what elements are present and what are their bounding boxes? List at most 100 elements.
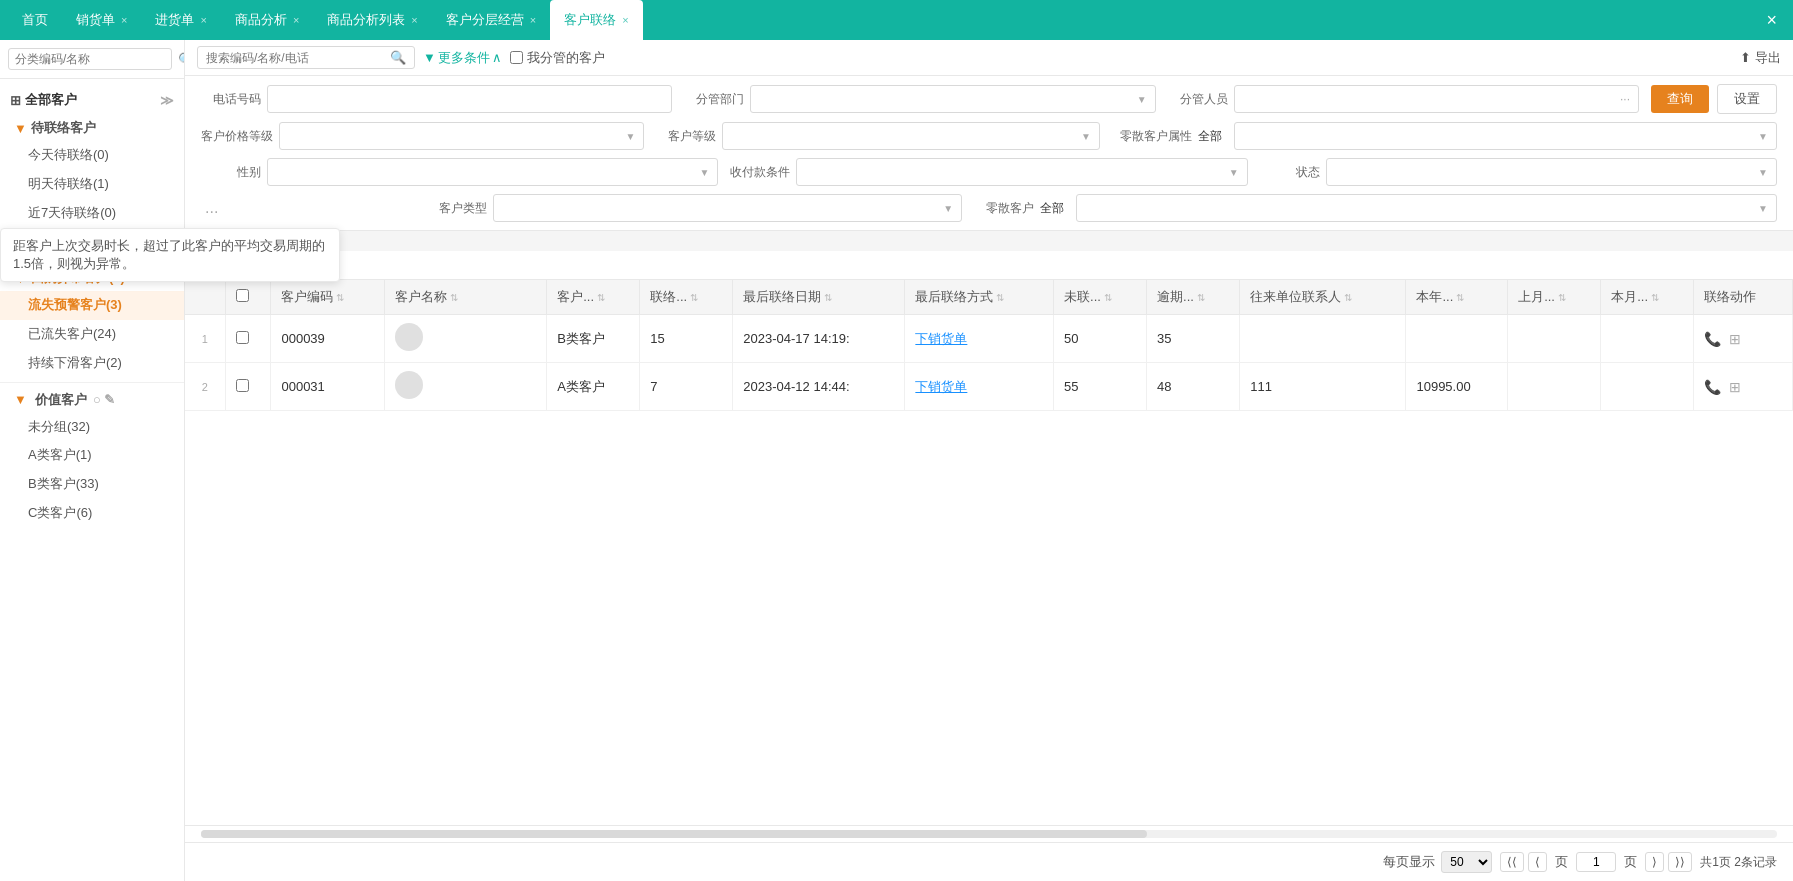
col-last-date[interactable]: 最后联络日期 ⇅ <box>733 280 905 315</box>
row-2-checkbox[interactable] <box>225 363 271 411</box>
sidebar-item-loss-warning[interactable]: 流失预警客户(3) <box>0 291 184 320</box>
sidebar-search-input[interactable] <box>8 48 172 70</box>
nav-product-analysis-list[interactable]: 商品分析列表 × <box>313 0 431 40</box>
sidebar-item-7days[interactable]: 近7天待联络(0) <box>0 199 184 228</box>
per-page-select[interactable]: 50 20 100 <box>1441 851 1492 873</box>
last-method-link-2[interactable]: 下销货单 <box>915 379 967 394</box>
sidebar-item-today[interactable]: 今天待联络(0) <box>0 141 184 170</box>
row-1-contact-icon[interactable]: 📞 <box>1704 331 1721 347</box>
row-2-last-date: 2023-04-12 14:44: <box>733 363 905 411</box>
nav-customer-contact-close[interactable]: × <box>622 14 628 26</box>
prev-page-btn[interactable]: ⟨ <box>1528 852 1547 872</box>
settings-button[interactable]: 设置 <box>1717 84 1777 114</box>
nav-home[interactable]: 首页 <box>8 0 62 40</box>
col-name[interactable]: 客户名称 ⇅ <box>385 280 547 315</box>
filter-manager: 分管人员 ··· <box>1168 85 1639 113</box>
sort-nocontact-icon[interactable]: ⇅ <box>1104 292 1112 303</box>
sort-name-icon[interactable]: ⇅ <box>450 292 458 303</box>
nav-customer-segment[interactable]: 客户分层经营 × <box>432 0 550 40</box>
col-code[interactable]: 客户编码 ⇅ <box>271 280 385 315</box>
col-last-method[interactable]: 最后联络方式 ⇅ <box>905 280 1054 315</box>
col-last-month[interactable]: 上月... ⇅ <box>1508 280 1601 315</box>
nav-product-analysis-close[interactable]: × <box>293 14 299 26</box>
window-close-button[interactable]: × <box>1758 10 1785 31</box>
sort-method-icon[interactable]: ⇅ <box>996 292 1004 303</box>
payment-input[interactable]: ▼ <box>796 158 1247 186</box>
sort-overdue-icon[interactable]: ⇅ <box>1197 292 1205 303</box>
price-level-input[interactable]: ▼ <box>279 122 644 150</box>
sort-lastmonth-icon[interactable]: ⇅ <box>1558 292 1566 303</box>
col-contact[interactable]: 联络... ⇅ <box>640 280 733 315</box>
col-this-month[interactable]: 本月... ⇅ <box>1601 280 1694 315</box>
sidebar-section-pending-title[interactable]: ▼ 待联络客户 <box>0 115 184 141</box>
sort-code-icon[interactable]: ⇅ <box>336 292 344 303</box>
nav-product-analysis[interactable]: 商品分析 × <box>221 0 313 40</box>
customer-type-input[interactable]: ▼ <box>493 194 962 222</box>
main-search-icon[interactable]: 🔍 <box>390 50 406 65</box>
col-no-contact[interactable]: 未联... ⇅ <box>1054 280 1147 315</box>
nav-purchase[interactable]: 进货单 × <box>141 0 220 40</box>
sort-contact-icon[interactable]: ⇅ <box>690 292 698 303</box>
collapse-icon[interactable]: ≫ <box>160 93 174 108</box>
retail-customer-input[interactable]: ▼ <box>1076 194 1777 222</box>
my-customers-checkbox[interactable]: 我分管的客户 <box>510 49 605 67</box>
nav-customer-contact[interactable]: 客户联络 × <box>550 0 642 40</box>
horizontal-scrollbar[interactable] <box>201 830 1777 838</box>
dots-button[interactable]: ... <box>201 199 222 217</box>
nav-purchase-close[interactable]: × <box>200 14 206 26</box>
manager-input[interactable]: ··· <box>1234 85 1639 113</box>
col-contact-person[interactable]: 往来单位联系人 ⇅ <box>1240 280 1406 315</box>
row-2-last-method[interactable]: 下销货单 <box>905 363 1054 411</box>
sort-type-icon[interactable]: ⇅ <box>597 292 605 303</box>
sidebar-item-a-class[interactable]: A类客户(1) <box>0 441 184 470</box>
sidebar-item-ungroup[interactable]: 未分组(32) <box>0 413 184 442</box>
col-this-year[interactable]: 本年... ⇅ <box>1406 280 1508 315</box>
next-page-btn[interactable]: ⟩ <box>1645 852 1664 872</box>
retail-customer-label: 零散客户 <box>974 200 1034 217</box>
col-overdue[interactable]: 逾期... ⇅ <box>1147 280 1240 315</box>
page-number-input[interactable] <box>1576 852 1616 872</box>
sort-thismonth-icon[interactable]: ⇅ <box>1651 292 1659 303</box>
export-button[interactable]: ⬆ 导出 <box>1740 49 1781 67</box>
row-1-last-method[interactable]: 下销货单 <box>905 315 1054 363</box>
phone-input[interactable] <box>267 85 672 113</box>
last-method-link-1[interactable]: 下销货单 <box>915 331 967 346</box>
gender-input[interactable]: ▼ <box>267 158 718 186</box>
status-input[interactable]: ▼ <box>1326 158 1777 186</box>
row-2-menu-icon[interactable]: ⊞ <box>1729 379 1741 395</box>
sidebar-item-tomorrow[interactable]: 明天待联络(1) <box>0 170 184 199</box>
first-page-btn[interactable]: ⟨⟨ <box>1500 852 1524 872</box>
row-1-menu-icon[interactable]: ⊞ <box>1729 331 1741 347</box>
scrollbar-thumb[interactable] <box>201 830 1147 838</box>
main-search-input[interactable] <box>206 51 386 65</box>
nav-sales-close[interactable]: × <box>121 14 127 26</box>
my-customers-check[interactable] <box>510 51 523 64</box>
nav-customer-segment-close[interactable]: × <box>530 14 536 26</box>
sidebar-search-icon[interactable]: 🔍 <box>178 52 185 67</box>
department-input[interactable]: ▼ <box>750 85 1155 113</box>
customer-level-input[interactable]: ▼ <box>722 122 1099 150</box>
more-conditions-btn[interactable]: ▼ 更多条件 ∧ <box>423 49 502 67</box>
row-1-last-date: 2023-04-17 14:19: <box>733 315 905 363</box>
row-2-contact-icon[interactable]: 📞 <box>1704 379 1721 395</box>
sort-person-icon[interactable]: ⇅ <box>1344 292 1352 303</box>
sidebar-all-customers[interactable]: ⊞ 全部客户 ≫ <box>0 85 184 115</box>
nav-product-analysis-list-close[interactable]: × <box>411 14 417 26</box>
edit-icon[interactable]: ○ ✎ <box>93 392 115 407</box>
retail-attr-input[interactable]: ▼ <box>1234 122 1777 150</box>
col-customer-type[interactable]: 客户... ⇅ <box>547 280 640 315</box>
last-page-btn[interactable]: ⟩⟩ <box>1668 852 1692 872</box>
sidebar-item-b-class[interactable]: B类客户(33) <box>0 470 184 499</box>
row-1-checkbox[interactable] <box>225 315 271 363</box>
nav-sales[interactable]: 销货单 × <box>62 0 141 40</box>
sidebar-item-c-class[interactable]: C类客户(6) <box>0 499 184 528</box>
col-checkbox <box>225 280 271 315</box>
sidebar-item-declining[interactable]: 持续下滑客户(2) <box>0 349 184 378</box>
sort-year-icon[interactable]: ⇅ <box>1456 292 1464 303</box>
sort-date-icon[interactable]: ⇅ <box>824 292 832 303</box>
sidebar-item-lost[interactable]: 已流失客户(24) <box>0 320 184 349</box>
query-button[interactable]: 查询 <box>1651 85 1709 113</box>
sidebar-section-value-title[interactable]: ▼ 价值客户 ○ ✎ <box>0 387 184 413</box>
header-checkbox[interactable] <box>236 289 249 302</box>
table-row: 1 000039 B类客户 15 2023-04-17 14:19: 下销货单 <box>185 315 1793 363</box>
